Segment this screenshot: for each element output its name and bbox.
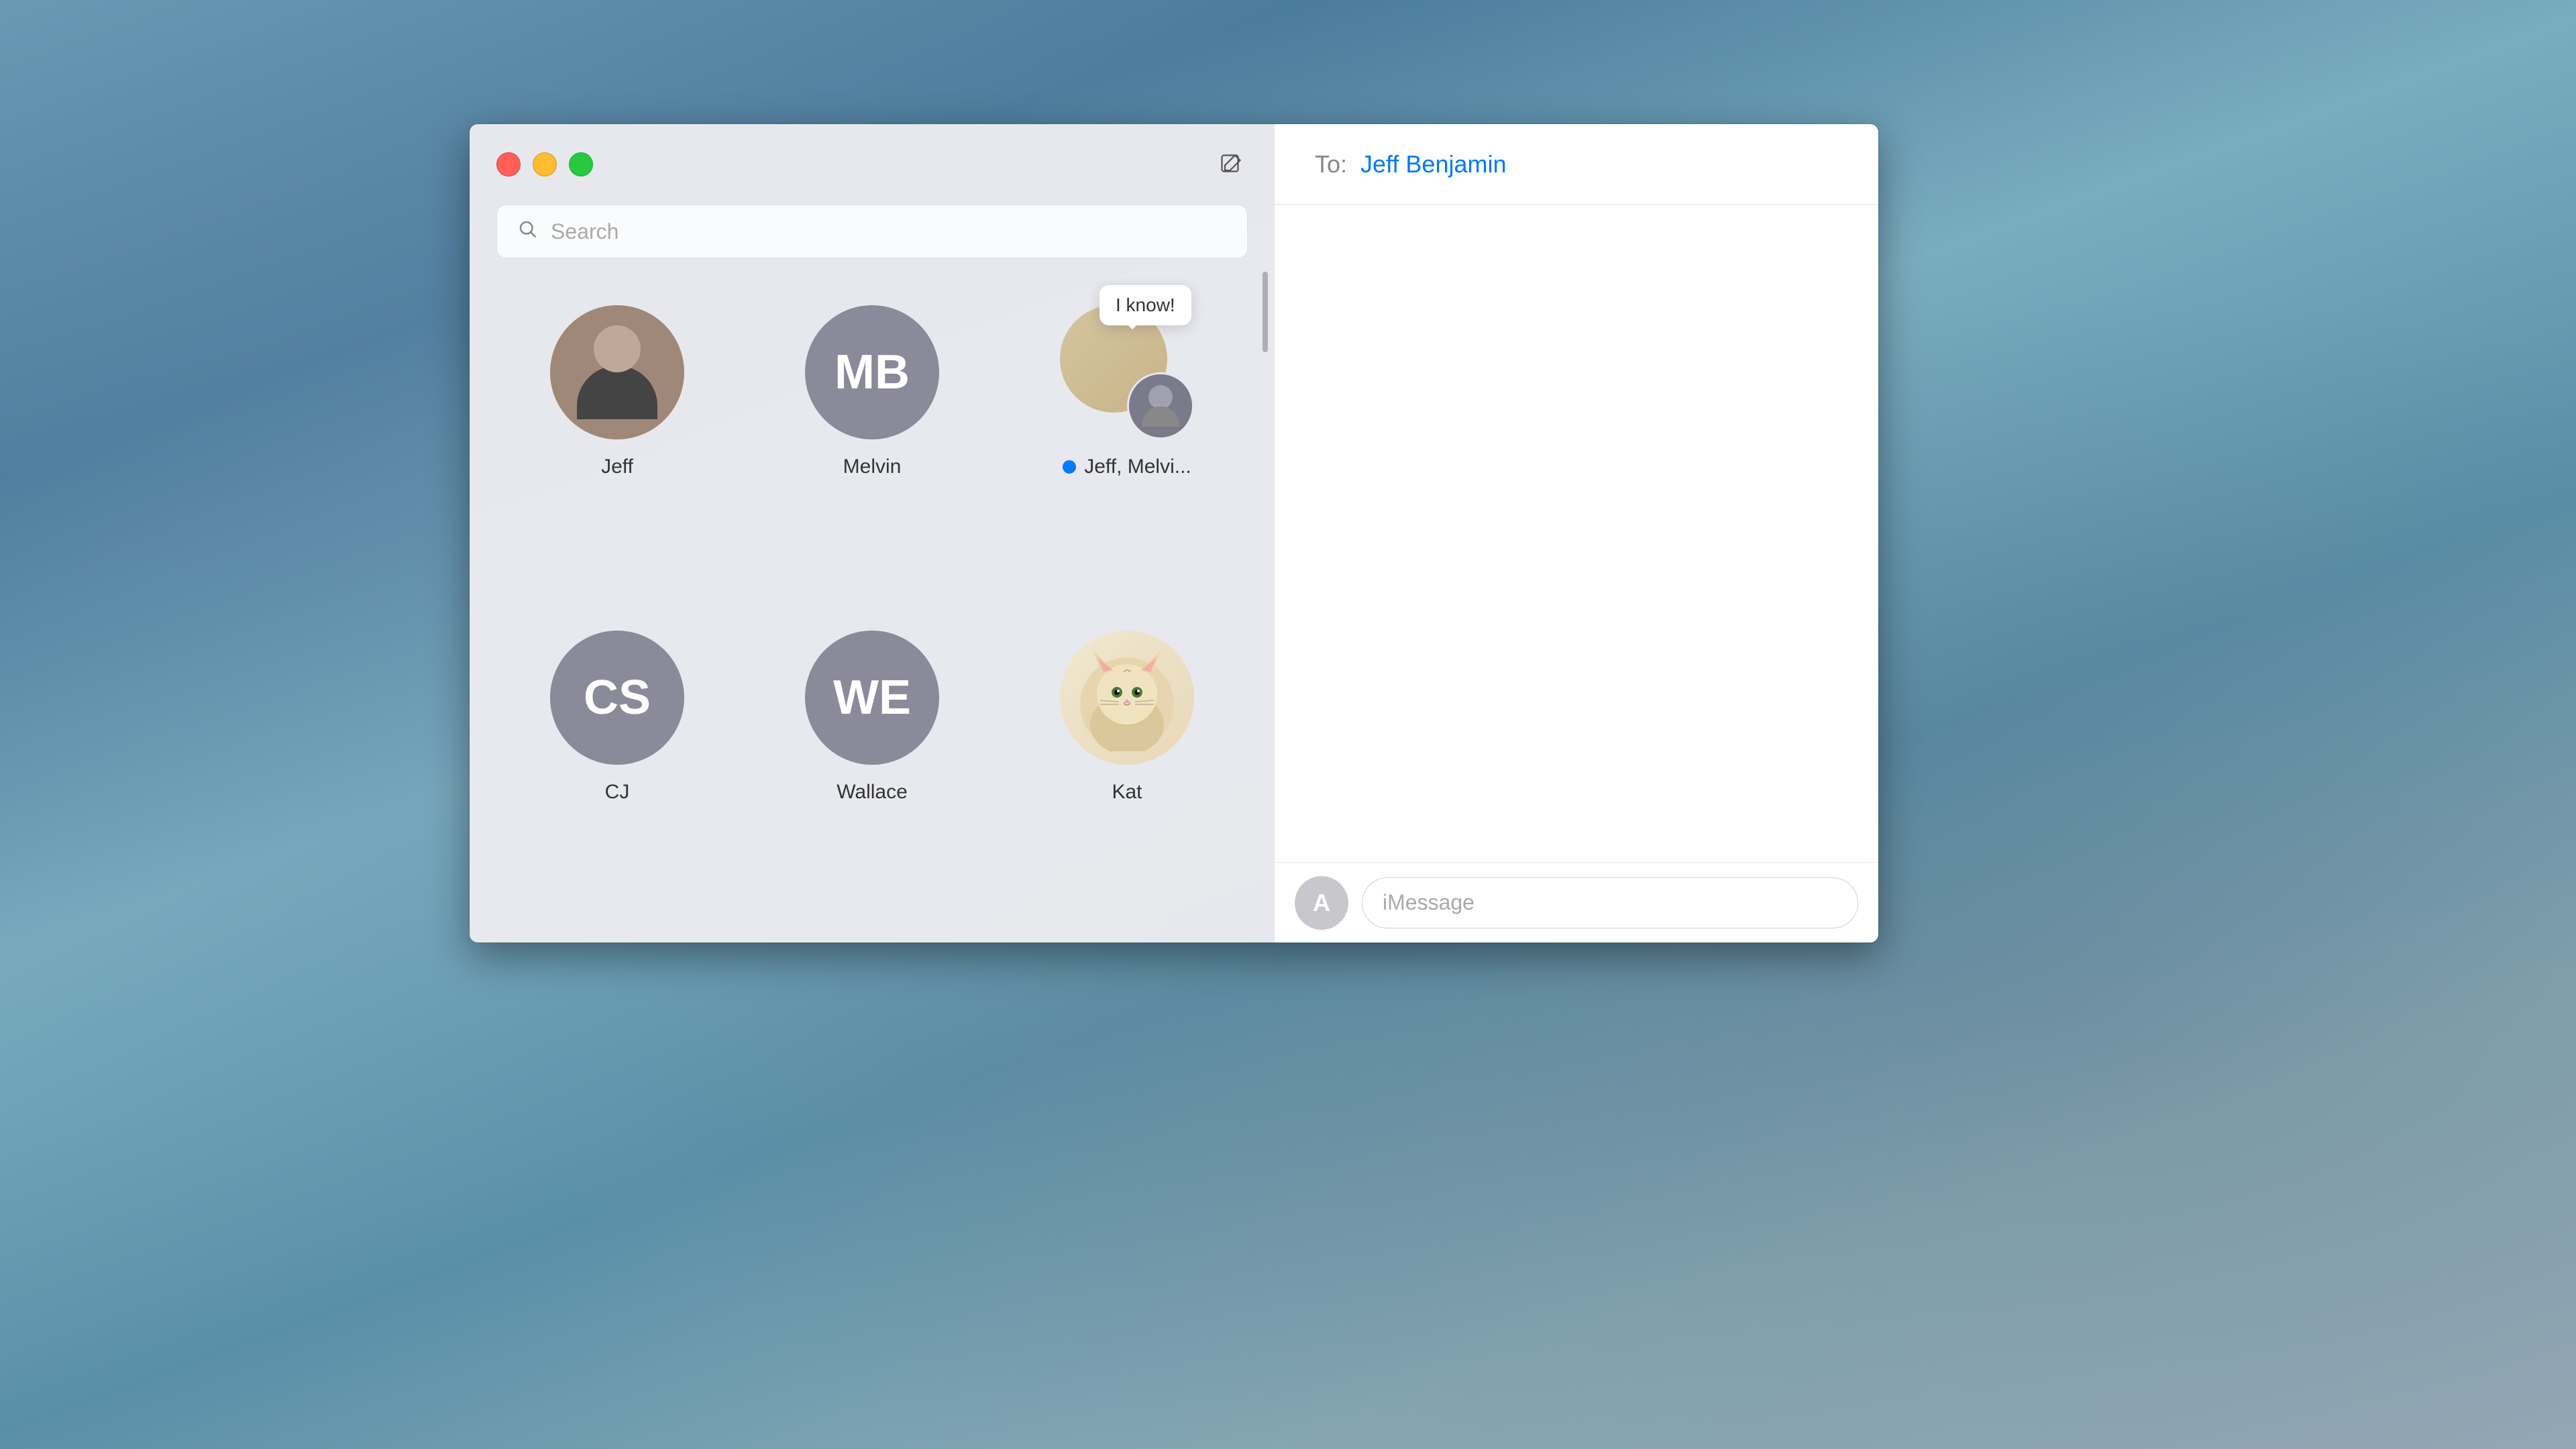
group-secondary-photo [1129,374,1192,437]
maximize-button[interactable] [569,152,593,176]
imessage-input[interactable]: iMessage [1362,877,1858,928]
jeff-photo [550,305,684,439]
contacts-grid: Jeff MB Melvin I know! [470,278,1275,943]
search-bar[interactable]: Search [496,205,1248,258]
scrollbar-thumb [1263,272,1268,352]
scrollbar-track [1263,272,1268,916]
traffic-lights [496,152,593,176]
search-input[interactable]: Search [551,219,1227,244]
scrollbar[interactable] [1261,272,1269,916]
minimize-button[interactable] [533,152,557,176]
desktop: Search Jeff [0,0,2576,1449]
unread-dot [1063,460,1076,474]
jeff-body [577,366,657,419]
cj-name: CJ [605,781,630,804]
contact-wallace[interactable]: WE Wallace [751,617,993,929]
messages-window: Search Jeff [470,124,1878,943]
close-button[interactable] [496,152,521,176]
group-avatar-secondary [1127,372,1194,439]
kat-name: Kat [1112,781,1142,804]
compose-header: To: Jeff Benjamin [1275,124,1878,205]
compose-icon [1219,152,1243,176]
jeff-head [594,325,641,372]
avatar-melvin: MB [805,305,939,439]
cat-svg [1073,644,1181,751]
compose-body [1275,205,1878,862]
compose-panel: To: Jeff Benjamin A iMessage [1275,124,1878,943]
avatar-cj: CS [550,631,684,765]
compose-footer: A iMessage [1275,862,1878,943]
avatar-wallace: WE [805,631,939,765]
melvin-initials: MB [835,345,910,400]
contacts-panel: Search Jeff [470,124,1275,943]
search-icon [517,219,537,244]
search-container: Search [470,205,1275,278]
cj-initials: CS [584,670,651,725]
recipient-name[interactable]: Jeff Benjamin [1360,150,1506,178]
melvin-name: Melvin [843,455,902,478]
contact-jeff[interactable]: Jeff [496,292,738,604]
jeff-name: Jeff [601,455,633,478]
to-label: To: [1315,150,1347,178]
wallace-name: Wallace [837,781,908,804]
titlebar [470,124,1275,205]
kat-photo [1060,631,1194,765]
contact-group-jeff-melvin[interactable]: I know! [1006,292,1248,604]
tooltip-bubble: I know! [1099,285,1191,325]
avatar-jeff [550,305,684,439]
group-name-wrapper: Jeff, Melvi... [1063,455,1191,478]
contact-melvin[interactable]: MB Melvin [751,292,993,604]
compose-button[interactable] [1214,148,1248,181]
contact-cj[interactable]: CS CJ [496,617,738,929]
app-store-button[interactable]: A [1295,876,1348,930]
avatar-kat [1060,631,1194,765]
wallace-initials: WE [833,670,911,725]
contact-kat[interactable]: Kat [1006,617,1248,929]
group-name: Jeff, Melvi... [1084,455,1191,478]
